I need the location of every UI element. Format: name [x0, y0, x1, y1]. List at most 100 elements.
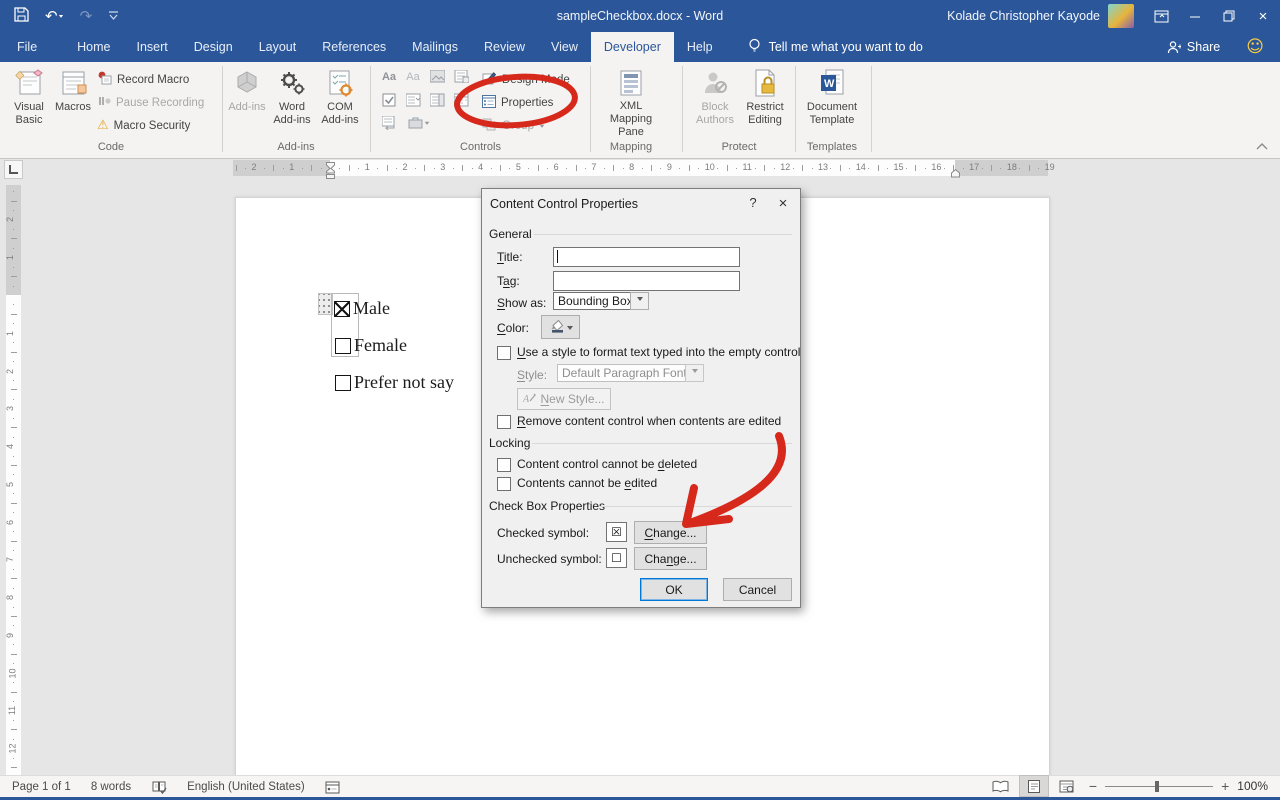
- change-checked-label: Change...: [644, 526, 696, 540]
- cannot-edit-label[interactable]: Contents cannot be edited: [517, 476, 657, 490]
- color-dropdown-arrow-icon: [567, 326, 573, 333]
- account-user-name[interactable]: Kolade Christopher Kayode: [947, 9, 1100, 23]
- checkbox-prefer-not-say[interactable]: [335, 375, 351, 391]
- macro-security-label: Macro Security: [114, 120, 191, 132]
- word-addins-button[interactable]: Word Add-ins: [270, 65, 314, 139]
- restrict-editing-button[interactable]: Restrict Editing: [742, 65, 788, 139]
- tab-insert[interactable]: Insert: [124, 32, 181, 62]
- collapse-ribbon-icon[interactable]: [1256, 140, 1268, 154]
- addins-label: Add-ins: [228, 101, 265, 114]
- change-unchecked-button[interactable]: Change...: [634, 547, 707, 570]
- style-label: Style:: [517, 368, 547, 382]
- date-picker-icon[interactable]: [452, 91, 470, 108]
- properties-button[interactable]: Properties: [482, 94, 553, 111]
- ribbon-display-options-icon[interactable]: [1144, 0, 1178, 32]
- combo-box-icon[interactable]: [404, 91, 422, 108]
- tab-layout[interactable]: Layout: [246, 32, 310, 62]
- v-ruler[interactable]: 21123456789101112: [6, 185, 21, 775]
- com-addins-button[interactable]: COM Add-ins: [317, 65, 363, 139]
- macros-button[interactable]: Macros: [52, 65, 94, 139]
- repeating-section-icon[interactable]: [380, 114, 398, 131]
- color-picker-button[interactable]: [541, 315, 580, 339]
- show-as-dropdown-arrow-icon[interactable]: [630, 292, 649, 310]
- show-as-dropdown[interactable]: Bounding Box: [553, 292, 649, 310]
- language-indicator[interactable]: English (United States): [177, 781, 315, 793]
- tab-review[interactable]: Review: [471, 32, 538, 62]
- section-locking: Locking: [489, 436, 530, 450]
- com-addins-label: COM Add-ins: [317, 101, 363, 127]
- visual-basic-button[interactable]: Visual Basic: [6, 65, 52, 139]
- checkbox-control-icon[interactable]: [380, 91, 398, 108]
- zoom-slider-thumb[interactable]: [1155, 781, 1159, 792]
- smiley-feedback-icon[interactable]: ☺: [1246, 37, 1264, 57]
- proofing-icon[interactable]: [141, 780, 177, 794]
- content-control-properties-dialog: Content Control Properties ? × General T…: [481, 188, 801, 608]
- document-template-label: Document Template: [802, 101, 862, 127]
- legacy-tools-icon[interactable]: [404, 114, 434, 131]
- cannot-edit-checkbox[interactable]: [497, 477, 511, 491]
- tab-selector[interactable]: [4, 160, 23, 179]
- tell-me-box[interactable]: Tell me what you want to do: [726, 32, 923, 62]
- properties-icon: [482, 95, 496, 111]
- checkbox-item-prefer-not-say[interactable]: Prefer not say: [335, 372, 454, 393]
- use-style-label[interactable]: Use a style to format text typed into th…: [517, 345, 800, 359]
- tab-developer[interactable]: Developer: [591, 32, 674, 62]
- title-input[interactable]: [553, 247, 740, 267]
- avatar[interactable]: [1108, 4, 1134, 28]
- new-style-icon: A: [523, 392, 536, 406]
- minimize-button[interactable]: [1178, 0, 1212, 32]
- remove-content-control-checkbox[interactable]: [497, 415, 511, 429]
- use-style-checkbox[interactable]: [497, 346, 511, 360]
- building-block-icon[interactable]: [452, 68, 470, 85]
- design-mode-button[interactable]: Design Mode: [482, 71, 570, 88]
- right-indent-marker[interactable]: [950, 167, 961, 181]
- dropdown-list-icon[interactable]: [428, 91, 446, 108]
- zoom-out-button[interactable]: −: [1085, 778, 1101, 794]
- hanging-indent-marker[interactable]: [325, 168, 336, 183]
- change-checked-button[interactable]: Change...: [634, 521, 707, 544]
- read-mode-button[interactable]: [987, 776, 1015, 796]
- cannot-delete-checkbox[interactable]: [497, 458, 511, 472]
- print-layout-button[interactable]: [1019, 775, 1049, 797]
- h-ruler[interactable]: 2112345678910111213141516171819: [233, 160, 1048, 176]
- cannot-delete-label[interactable]: Content control cannot be deleted: [517, 457, 697, 471]
- aa-richtext-icon[interactable]: Aa: [380, 68, 398, 85]
- dialog-close-button[interactable]: ×: [772, 195, 794, 212]
- page-indicator[interactable]: Page 1 of 1: [0, 781, 81, 793]
- aa-plaintext-icon[interactable]: Aa: [404, 68, 422, 85]
- group-label-controls: Controls: [378, 141, 583, 153]
- close-button[interactable]: ×: [1246, 0, 1280, 32]
- word-count[interactable]: 8 words: [81, 781, 141, 793]
- picture-control-icon[interactable]: [428, 68, 446, 85]
- dialog-help-button[interactable]: ?: [742, 195, 764, 210]
- tab-view[interactable]: View: [538, 32, 591, 62]
- tab-references[interactable]: References: [309, 32, 399, 62]
- macro-security-button[interactable]: ⚠ Macro Security: [97, 117, 190, 134]
- change-unchecked-label: Change...: [644, 552, 696, 566]
- ok-button[interactable]: OK: [640, 578, 708, 601]
- tab-help[interactable]: Help: [674, 32, 726, 62]
- checkbox-label-female: Female: [354, 335, 407, 356]
- tag-input[interactable]: [553, 271, 740, 291]
- xml-mapping-pane-button[interactable]: XML Mapping Pane: [598, 65, 664, 139]
- tab-file[interactable]: File: [4, 32, 50, 62]
- block-authors-label: Block Authors: [690, 101, 740, 127]
- checkbox-female[interactable]: [335, 338, 351, 354]
- tab-design[interactable]: Design: [181, 32, 246, 62]
- checkbox-item-female[interactable]: Female: [335, 335, 407, 356]
- macro-record-icon[interactable]: [315, 781, 350, 794]
- zoom-in-button[interactable]: +: [1217, 778, 1233, 794]
- remove-content-control-label[interactable]: Remove content control when contents are…: [517, 414, 781, 428]
- restore-down-button[interactable]: [1212, 0, 1246, 32]
- zoom-slider[interactable]: [1105, 786, 1213, 787]
- record-macro-button[interactable]: Record Macro: [97, 71, 189, 88]
- document-template-button[interactable]: W Document Template: [802, 65, 862, 139]
- zoom-level[interactable]: 100%: [1237, 779, 1272, 793]
- cancel-button[interactable]: Cancel: [723, 578, 792, 601]
- checkbox-item-male[interactable]: Male: [334, 298, 390, 319]
- tab-home[interactable]: Home: [64, 32, 123, 62]
- share-button[interactable]: Share: [1167, 40, 1220, 54]
- checkbox-male[interactable]: [334, 301, 350, 317]
- web-layout-button[interactable]: [1053, 776, 1081, 796]
- tab-mailings[interactable]: Mailings: [399, 32, 471, 62]
